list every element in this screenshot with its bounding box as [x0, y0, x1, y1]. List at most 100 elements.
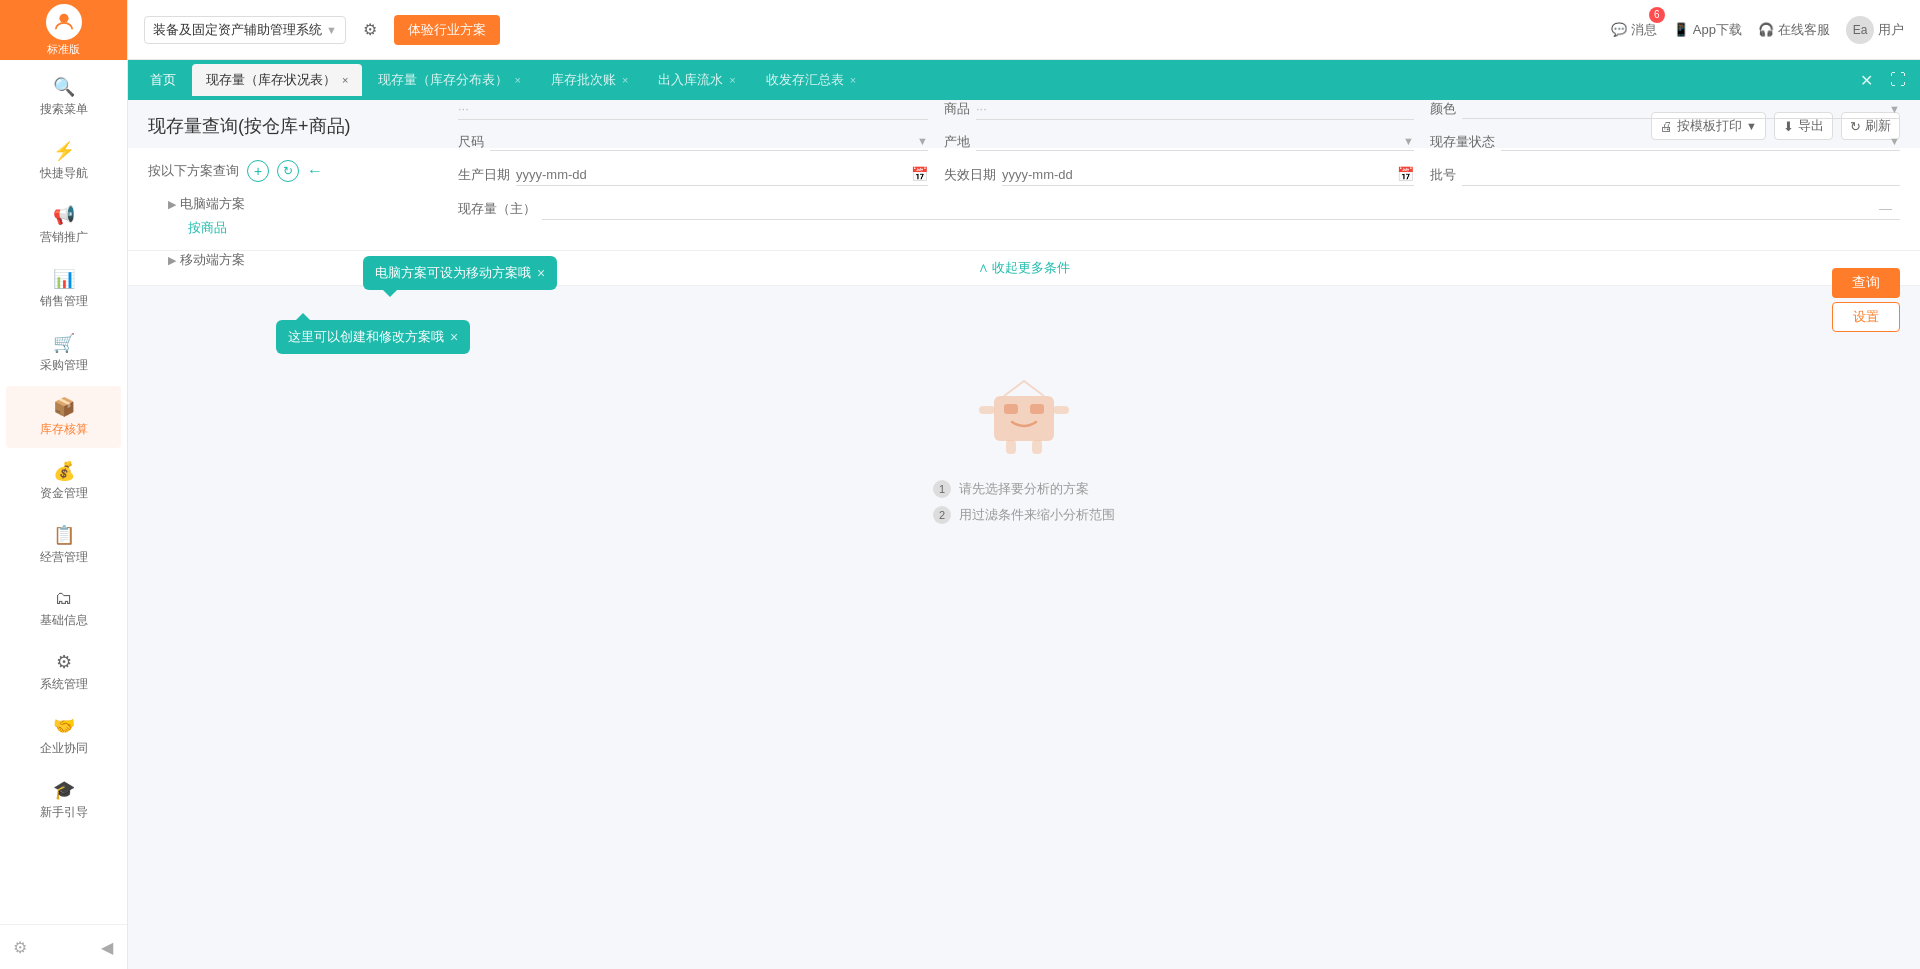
sidebar-collapse-button[interactable]: ◀	[93, 933, 121, 961]
size-select[interactable]: ▼	[490, 132, 928, 151]
online-support-button[interactable]: 🎧 在线客服	[1758, 21, 1830, 39]
settings-gear-button[interactable]: ⚙	[354, 14, 386, 46]
sidebar-item-marketing[interactable]: 📢 营销推广	[6, 194, 121, 256]
tab-inventory-batch-close[interactable]: ×	[622, 74, 628, 86]
tab-inventory-batch[interactable]: 库存批次账 ×	[537, 64, 642, 96]
inventory-status-select[interactable]: ▼	[1501, 132, 1900, 151]
goods-select[interactable]: ···	[976, 100, 1414, 120]
sales-icon: 📊	[53, 268, 75, 290]
sidebar-item-basic-info[interactable]: 🗂 基础信息	[6, 578, 121, 639]
color-select[interactable]: ▼	[1462, 100, 1900, 119]
empty-step2: 2 用过滤条件来缩小分析范围	[933, 502, 1115, 528]
tab-inout-flow[interactable]: 出入库流水 ×	[644, 64, 749, 96]
filter-expiry-date: 失效日期 📅	[944, 163, 1414, 186]
tab-fullscreen-button[interactable]: ⛶	[1884, 66, 1912, 94]
quick-nav-icon: ⚡	[53, 140, 75, 162]
tab-inventory-status[interactable]: 现存量（库存状况表） ×	[192, 64, 362, 96]
sidebar-item-purchase[interactable]: 🛒 采购管理	[6, 322, 121, 384]
tab-inventory-status-label: 现存量（库存状况表）	[206, 71, 336, 89]
tab-inout-flow-close[interactable]: ×	[729, 74, 735, 86]
search-button-group: 查询 设置	[1832, 268, 1900, 332]
tab-inout-flow-label: 出入库流水	[658, 71, 723, 89]
sidebar-item-guide[interactable]: 🎓 新手引导	[6, 769, 121, 831]
batch-no-field[interactable]	[1462, 167, 1900, 182]
reset-button[interactable]: 设置	[1832, 302, 1900, 332]
inventory-main-field[interactable]	[542, 201, 1871, 216]
color-label: 颜色	[1430, 100, 1456, 118]
svg-rect-7	[1032, 440, 1042, 454]
svg-rect-6	[1006, 440, 1016, 454]
origin-select[interactable]: ▼	[976, 132, 1414, 151]
calendar-icon: 📅	[1397, 166, 1414, 182]
production-date-input[interactable]: 📅	[516, 163, 928, 186]
search-menu-icon: 🔍	[53, 76, 75, 98]
production-date-field[interactable]	[516, 167, 911, 182]
chevron-down-icon: ▼	[917, 135, 928, 147]
sidebar-item-label: 经营管理	[40, 549, 88, 566]
sidebar-item-label: 销售管理	[40, 293, 88, 310]
tab-collect-summary[interactable]: 收发存汇总表 ×	[752, 64, 870, 96]
message-button[interactable]: 💬 6 消息	[1611, 21, 1657, 39]
tab-close-all-button[interactable]: ✕	[1852, 66, 1880, 94]
sidebar-item-finance[interactable]: 💰 资金管理	[6, 450, 121, 512]
sidebar-item-search-menu[interactable]: 🔍 搜索菜单	[6, 66, 121, 128]
tooltip2-arrow	[296, 313, 310, 320]
tab-inventory-distribution-close[interactable]: ×	[514, 74, 520, 86]
origin-label: 产地	[944, 133, 970, 151]
expiry-date-label: 失效日期	[944, 166, 996, 184]
sidebar-item-quick-nav[interactable]: ⚡ 快捷导航	[6, 130, 121, 192]
industry-plan-button[interactable]: 体验行业方案	[394, 15, 500, 45]
filter-arrow-button[interactable]: ←	[307, 162, 323, 180]
sidebar-item-system[interactable]: ⚙ 系统管理	[6, 641, 121, 703]
svg-rect-1	[994, 396, 1054, 441]
user-avatar: Ea	[1846, 16, 1874, 44]
warehouse-select[interactable]: ···	[458, 100, 928, 120]
purchase-icon: 🛒	[53, 332, 75, 354]
tab-collect-summary-close[interactable]: ×	[850, 74, 856, 86]
expiry-date-input[interactable]: 📅	[1002, 163, 1414, 186]
search-button[interactable]: 查询	[1832, 268, 1900, 298]
topbar-left: 装备及固定资产辅助管理系统 ▼ ⚙ 体验行业方案	[144, 14, 500, 46]
batch-no-input[interactable]	[1462, 164, 1900, 186]
goods-placeholder: ···	[976, 101, 987, 116]
sidebar-item-sales[interactable]: 📊 销售管理	[6, 258, 121, 320]
logo-icon	[46, 4, 82, 40]
page-title: 现存量查询(按仓库+商品)	[148, 114, 351, 138]
operations-icon: 📋	[53, 524, 75, 546]
app-title-select[interactable]: 装备及固定资产辅助管理系统 ▼	[144, 16, 346, 44]
size-label: 尺码	[458, 133, 484, 151]
sidebar-item-operations[interactable]: 📋 经营管理	[6, 514, 121, 576]
sidebar-item-inventory[interactable]: 📦 库存核算	[6, 386, 121, 448]
sidebar-item-cooperation[interactable]: 🤝 企业协同	[6, 705, 121, 767]
tooltip2-close-button[interactable]: ×	[450, 329, 458, 345]
empty-illustration	[974, 366, 1074, 456]
tooltip1-close-button[interactable]: ×	[537, 265, 545, 281]
app-title-label: 装备及固定资产辅助管理系统	[153, 21, 322, 39]
app-download-button[interactable]: 📱 App下载	[1673, 21, 1742, 39]
tab-home[interactable]: 首页	[136, 64, 190, 96]
collapse-arrow-icon: ▶	[168, 198, 176, 211]
svg-rect-3	[1030, 404, 1044, 414]
tab-home-label: 首页	[150, 71, 176, 89]
sidebar-item-label: 系统管理	[40, 676, 88, 693]
filter-origin: 产地 ▼	[944, 132, 1414, 151]
sidebar-nav: 🔍 搜索菜单 ⚡ 快捷导航 📢 营销推广 📊 销售管理 🛒 采购管理 📦 库存核…	[0, 60, 127, 924]
filter-refresh-button[interactable]: ↻	[277, 160, 299, 182]
tab-inventory-distribution[interactable]: 现存量（库存分布表） ×	[364, 64, 534, 96]
sidebar-bottom: ⚙ ◀	[0, 924, 127, 969]
sidebar-settings-button[interactable]: ⚙	[6, 933, 34, 961]
sidebar-item-label: 企业协同	[40, 740, 88, 757]
tab-inventory-status-close[interactable]: ×	[342, 74, 348, 86]
user-menu-button[interactable]: Ea 用户	[1846, 16, 1904, 44]
tabbar-right: ✕ ⛶	[1852, 66, 1912, 94]
filter-batch-no: 批号	[1430, 163, 1900, 186]
marketing-icon: 📢	[53, 204, 75, 226]
step2-num: 2	[933, 506, 951, 524]
inventory-main-input[interactable]: —	[542, 198, 1900, 220]
chevron-down-icon: ▼	[326, 24, 337, 36]
expiry-date-field[interactable]	[1002, 167, 1397, 182]
chevron-down-icon: ▼	[1889, 135, 1900, 147]
filter-add-button[interactable]: +	[247, 160, 269, 182]
step1-label: 请先选择要分析的方案	[959, 476, 1089, 502]
svg-rect-2	[1004, 404, 1018, 414]
